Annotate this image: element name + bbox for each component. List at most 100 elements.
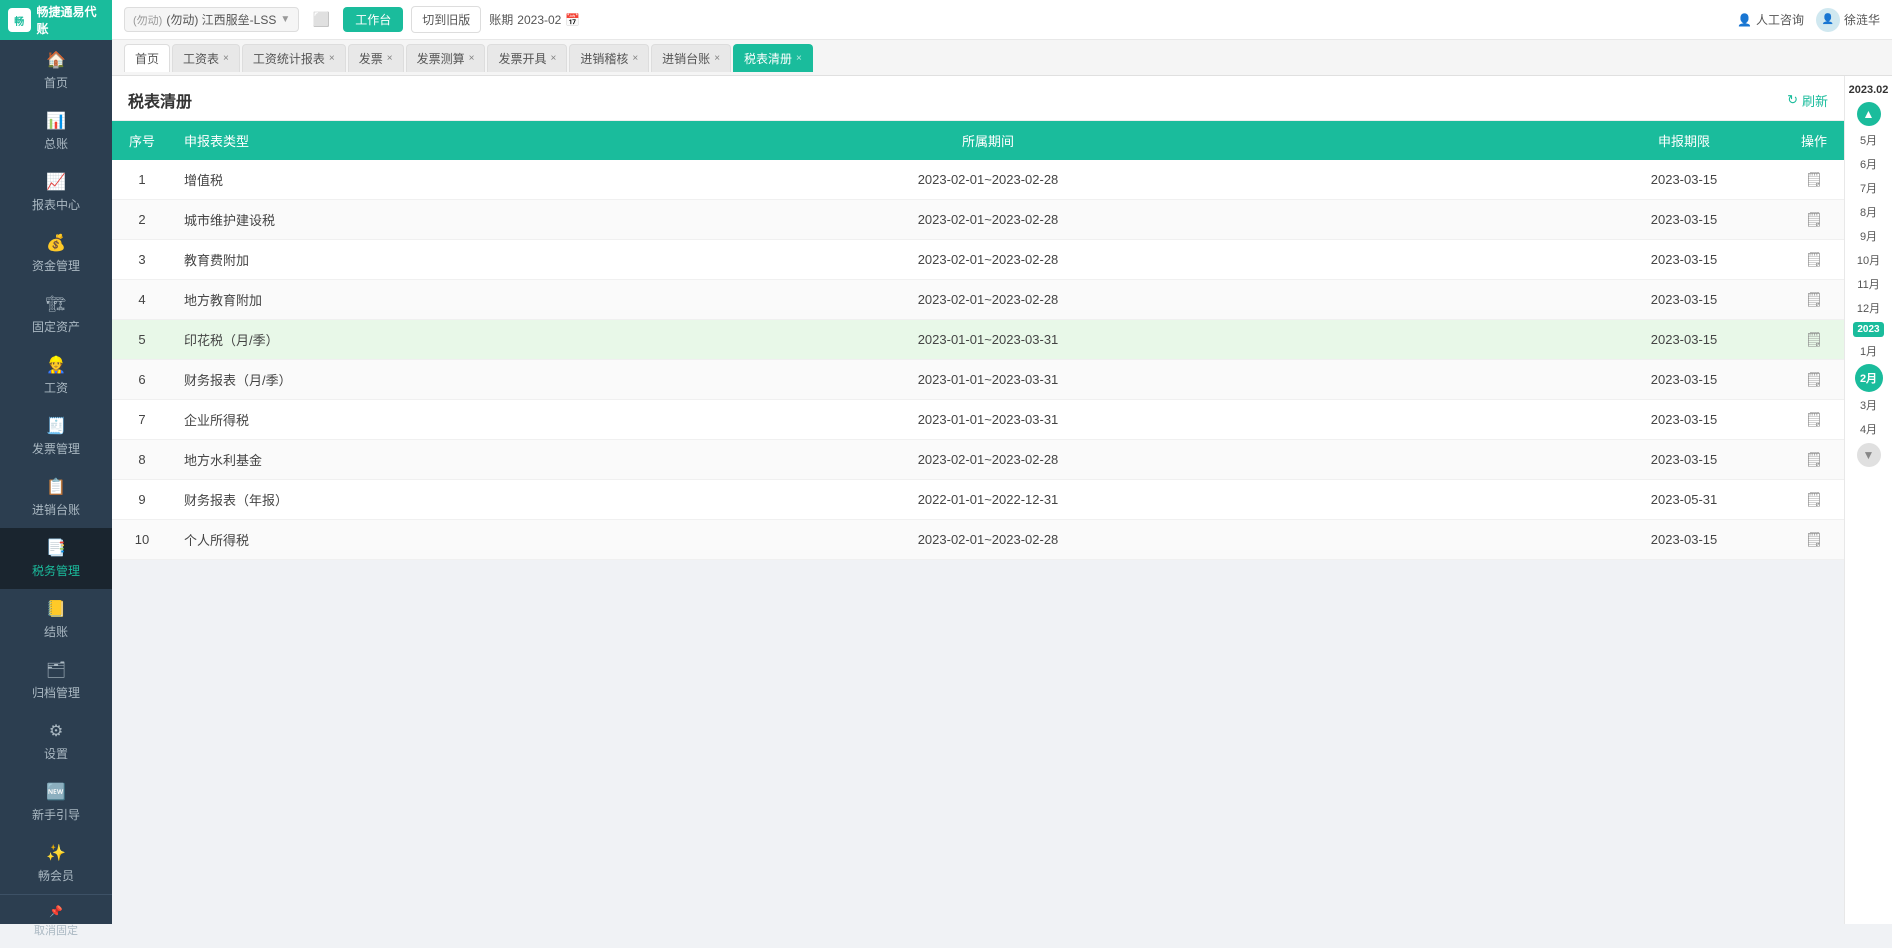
- timeline-down-button[interactable]: ▼: [1857, 443, 1881, 467]
- action-edit-icon[interactable]: 🗒: [1805, 211, 1823, 227]
- cell-action[interactable]: 🗒: [1784, 480, 1844, 520]
- workbench-button[interactable]: 工作台: [343, 7, 403, 32]
- tab-invoice-calc[interactable]: 发票测算 ×: [406, 44, 486, 72]
- in-out-icon: 📋: [46, 477, 66, 497]
- tab-tax-clear[interactable]: 税表清册 ×: [733, 44, 813, 72]
- cell-id: 6: [112, 360, 172, 400]
- settings-icon: ⚙: [49, 721, 63, 741]
- sidebar-item-tax[interactable]: 📑 税务管理: [0, 528, 112, 589]
- sidebar-item-reports[interactable]: 📈 报表中心: [0, 162, 112, 223]
- cell-action[interactable]: 🗒: [1784, 520, 1844, 560]
- action-edit-icon[interactable]: 🗒: [1805, 491, 1823, 507]
- company-tag: (勿动): [133, 12, 162, 28]
- sidebar-item-in-out[interactable]: 📋 进销台账: [0, 467, 112, 528]
- cell-type: 教育费附加: [172, 240, 392, 280]
- tab-in-audit[interactable]: 进销稽核 ×: [569, 44, 649, 72]
- close-ledger-icon: 📒: [46, 599, 66, 619]
- timeline-month-11[interactable]: 11月: [1845, 272, 1892, 296]
- tab-in-ledger-close-icon[interactable]: ×: [714, 53, 720, 64]
- user-profile[interactable]: 👤 徐涟华: [1816, 8, 1880, 32]
- cell-action[interactable]: 🗒: [1784, 360, 1844, 400]
- timeline-month-8[interactable]: 8月: [1845, 200, 1892, 224]
- action-edit-icon[interactable]: 🗒: [1805, 171, 1823, 187]
- action-edit-icon[interactable]: 🗒: [1805, 331, 1823, 347]
- sidebar-item-label: 税务管理: [32, 562, 80, 579]
- cell-deadline: 2023-03-15: [1584, 240, 1784, 280]
- copy-icon[interactable]: ⬜: [307, 6, 335, 34]
- tab-salary-label: 工资表: [183, 50, 219, 67]
- refresh-button[interactable]: ↻ 刷新: [1787, 91, 1828, 110]
- tab-home[interactable]: 首页: [124, 44, 170, 72]
- sidebar-item-invoice-mgmt[interactable]: 🧾 发票管理: [0, 406, 112, 467]
- service-icon: 👤: [1737, 13, 1752, 27]
- cell-period: 2023-02-01~2023-02-28: [392, 280, 1584, 320]
- col-header-id: 序号: [112, 121, 172, 160]
- app-name: 畅捷通易代账: [37, 3, 105, 37]
- cell-action[interactable]: 🗒: [1784, 160, 1844, 200]
- company-selector[interactable]: (勿动) (勿动) 江西服垒-LSS ▼: [124, 7, 299, 32]
- timeline-year-2023[interactable]: 2023: [1853, 322, 1883, 337]
- sidebar-item-funds[interactable]: 💰 资金管理: [0, 223, 112, 284]
- user-service-button[interactable]: 👤 人工咨询: [1737, 11, 1804, 28]
- cell-action[interactable]: 🗒: [1784, 240, 1844, 280]
- page-content: 税表清册 ↻ 刷新 序号 申报表类型 所属期间 申报期限 操作: [112, 76, 1844, 924]
- action-edit-icon[interactable]: 🗒: [1805, 371, 1823, 387]
- col-header-period: 所属期间: [392, 121, 1584, 160]
- calendar-icon[interactable]: 📅: [565, 13, 580, 27]
- sidebar-item-label: 归档管理: [32, 684, 80, 701]
- sidebar-item-label: 新手引导: [32, 806, 80, 823]
- page-title: 税表清册: [128, 88, 192, 112]
- sidebar-item-archive[interactable]: 🗂 归档管理: [0, 650, 112, 711]
- tab-in-ledger[interactable]: 进销台账 ×: [651, 44, 731, 72]
- tab-salary-report[interactable]: 工资统计报表 ×: [242, 44, 346, 72]
- tab-invoice-open-close-icon[interactable]: ×: [550, 53, 556, 64]
- timeline-up-button[interactable]: ▲: [1857, 102, 1881, 126]
- cell-deadline: 2023-03-15: [1584, 160, 1784, 200]
- sidebar-item-guide[interactable]: 🆕 新手引导: [0, 772, 112, 833]
- timeline-active-month[interactable]: 2月: [1855, 364, 1883, 392]
- cell-type: 个人所得税: [172, 520, 392, 560]
- tab-invoice-calc-close-icon[interactable]: ×: [469, 53, 475, 64]
- timeline-month-6[interactable]: 6月: [1845, 152, 1892, 176]
- tab-in-audit-close-icon[interactable]: ×: [632, 53, 638, 64]
- sidebar-item-member[interactable]: ✨ 畅会员: [0, 833, 112, 894]
- tab-salary-report-close-icon[interactable]: ×: [329, 53, 335, 64]
- cell-type: 地方水利基金: [172, 440, 392, 480]
- sidebar-footer-unpin[interactable]: 📌 取消固定: [0, 894, 112, 948]
- cell-action[interactable]: 🗒: [1784, 400, 1844, 440]
- sidebar-item-close[interactable]: 📒 结账: [0, 589, 112, 650]
- cell-action[interactable]: 🗒: [1784, 440, 1844, 480]
- tab-salary[interactable]: 工资表 ×: [172, 44, 240, 72]
- timeline-month-3[interactable]: 3月: [1845, 393, 1892, 417]
- tab-tax-clear-close-icon[interactable]: ×: [796, 53, 802, 64]
- sidebar-item-label: 设置: [44, 745, 68, 762]
- timeline-month-7[interactable]: 7月: [1845, 176, 1892, 200]
- tab-invoice[interactable]: 发票 ×: [348, 44, 404, 72]
- action-edit-icon[interactable]: 🗒: [1805, 531, 1823, 547]
- timeline-month-5[interactable]: 5月: [1845, 128, 1892, 152]
- sidebar-item-home[interactable]: 🏠 首页: [0, 40, 112, 101]
- sidebar-item-assets[interactable]: 🏗 固定资产: [0, 284, 112, 345]
- tax-table: 序号 申报表类型 所属期间 申报期限 操作 1 增值税 2023-02-01~2…: [112, 121, 1844, 560]
- funds-icon: 💰: [46, 233, 66, 253]
- timeline-month-1[interactable]: 1月: [1845, 339, 1892, 363]
- cell-action[interactable]: 🗒: [1784, 320, 1844, 360]
- switch-button[interactable]: 切到旧版: [411, 6, 481, 33]
- tab-invoice-close-icon[interactable]: ×: [387, 53, 393, 64]
- cell-action[interactable]: 🗒: [1784, 200, 1844, 240]
- action-edit-icon[interactable]: 🗒: [1805, 411, 1823, 427]
- tab-salary-close-icon[interactable]: ×: [223, 53, 229, 64]
- timeline-month-10[interactable]: 10月: [1845, 248, 1892, 272]
- action-edit-icon[interactable]: 🗒: [1805, 291, 1823, 307]
- sidebar-item-salary[interactable]: 👷 工资: [0, 345, 112, 406]
- sidebar-item-ledger[interactable]: 📊 总账: [0, 101, 112, 162]
- timeline-month-12[interactable]: 12月: [1845, 296, 1892, 320]
- action-edit-icon[interactable]: 🗒: [1805, 451, 1823, 467]
- tab-invoice-open[interactable]: 发票开具 ×: [487, 44, 567, 72]
- action-edit-icon[interactable]: 🗒: [1805, 251, 1823, 267]
- sidebar-item-settings[interactable]: ⚙ 设置: [0, 711, 112, 772]
- cell-action[interactable]: 🗒: [1784, 280, 1844, 320]
- timeline-month-4[interactable]: 4月: [1845, 417, 1892, 441]
- timeline-month-9[interactable]: 9月: [1845, 224, 1892, 248]
- col-header-type: 申报表类型: [172, 121, 392, 160]
